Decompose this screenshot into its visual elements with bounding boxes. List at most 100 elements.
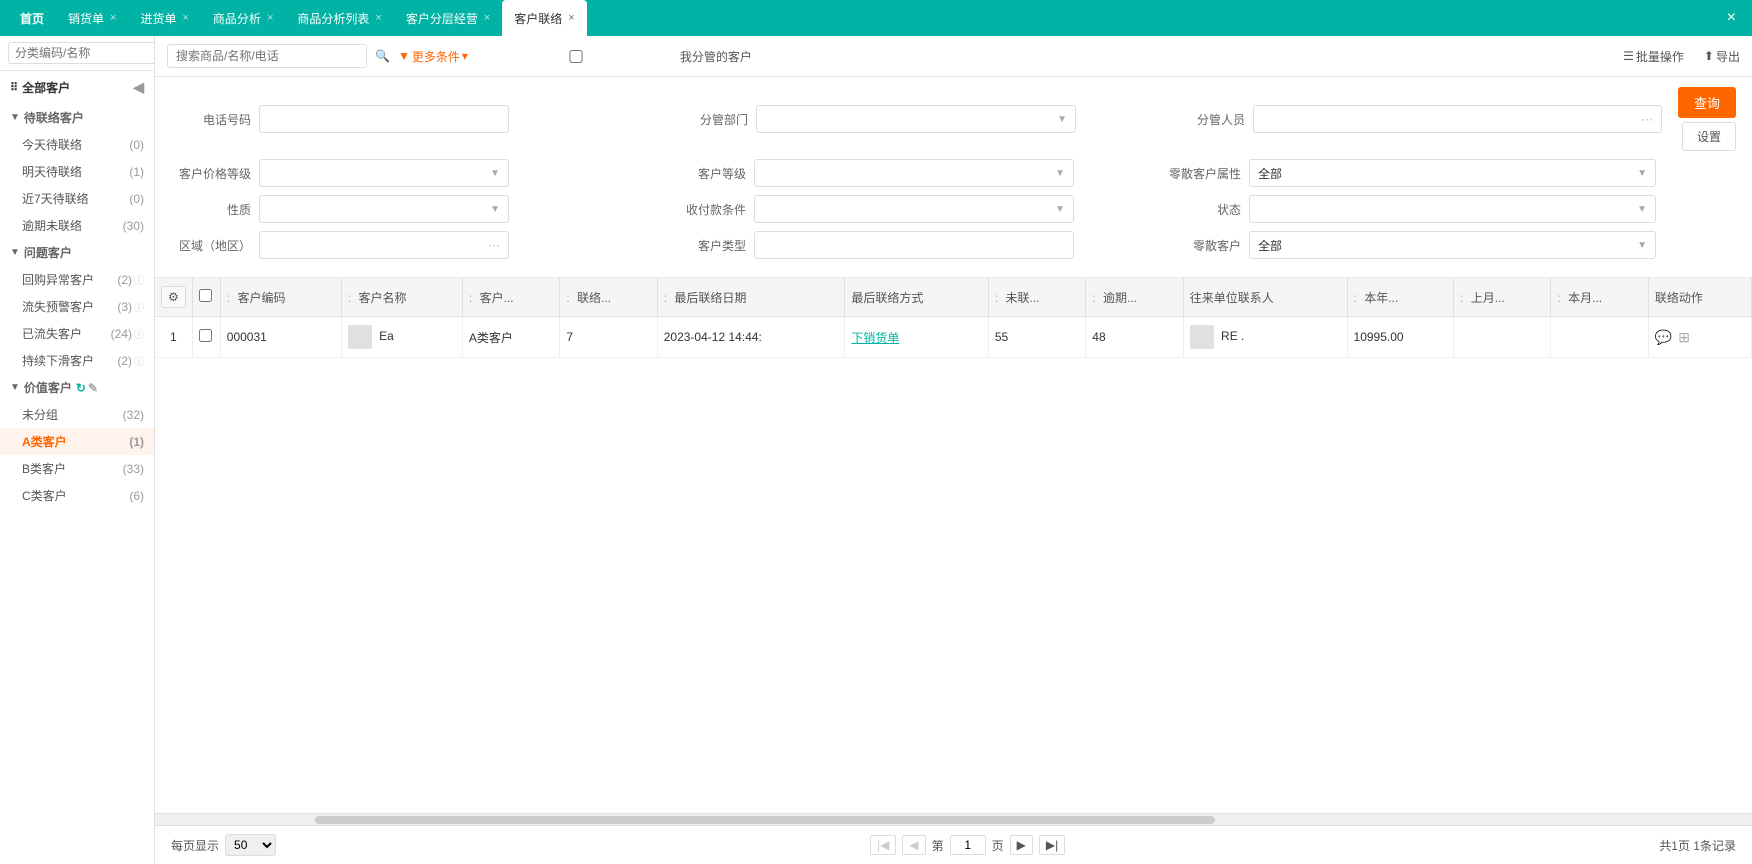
batch-btn[interactable]: ☰ 批量操作 — [1623, 48, 1684, 65]
value-customer-group[interactable]: ▼ 价值客户 ↻ ✎ — [0, 374, 154, 401]
sidebar-item-7days[interactable]: 近7天待联络 (0) — [0, 185, 154, 212]
nav-product-list[interactable]: 商品分析列表 × — [285, 0, 393, 36]
info-icon-lost: ⓘ — [134, 326, 144, 341]
my-customer-checkbox[interactable] — [476, 50, 676, 63]
sidebar-item-c-class[interactable]: C类客户 (6) — [0, 482, 154, 509]
retail-attr-field: 零散客户属性 全部▼ — [1161, 159, 1656, 187]
sidebar-item-a-class[interactable]: A类客户 (1) — [0, 428, 154, 455]
customer-avatar — [348, 325, 372, 349]
nature-select[interactable]: ▼ — [259, 195, 509, 223]
sidebar-item-abnormal[interactable]: 回购异常客户 (2) ⓘ — [0, 266, 154, 293]
customer-tier-label: 客户等级 — [666, 165, 746, 182]
person-field: 分管人员 ··· — [1165, 105, 1662, 133]
row-checkbox[interactable] — [199, 329, 212, 342]
nav-home[interactable]: 首页 — [8, 0, 56, 36]
price-tier-select[interactable]: ▼ — [259, 159, 509, 187]
close-all-tabs[interactable]: × — [1719, 9, 1744, 27]
value-arrow-icon: ▼ — [10, 382, 20, 393]
col-checkbox-header — [192, 278, 220, 317]
col-current-year: : 本年... — [1347, 278, 1453, 317]
more-filter-btn[interactable]: ▼ 更多条件 ▾ — [398, 48, 468, 65]
col-overdue: : 逾期... — [1086, 278, 1183, 317]
customer-tier-select[interactable]: ▼ — [754, 159, 1074, 187]
action-icons-container: 💬 ⊞ — [1655, 329, 1745, 346]
filter-arrow-icon: ▾ — [462, 49, 468, 63]
region-label: 区域（地区） — [171, 237, 251, 254]
chat-action-icon[interactable]: 💬 — [1655, 329, 1672, 346]
col-settings-btn[interactable]: ⚙ — [161, 286, 186, 308]
close-customer-contact-tab[interactable]: × — [568, 12, 574, 24]
row-current-month — [1551, 317, 1648, 358]
table-row: 1 000031 Ea A类客户 7 2023-04-12 14:44: — [155, 317, 1752, 358]
last-method-link[interactable]: 下销货单 — [851, 331, 899, 345]
sidebar-item-tomorrow[interactable]: 明天待联络 (1) — [0, 158, 154, 185]
sidebar: 🔍 ⠿ 全部客户 ◀ ▼ 待联络客户 今天待联络 (0) 明天待联络 (1) 近… — [0, 36, 155, 864]
pending-contact-group[interactable]: ▼ 待联络客户 — [0, 104, 154, 131]
row-actions: 💬 ⊞ — [1648, 317, 1751, 358]
close-purchase-tab[interactable]: × — [182, 12, 188, 24]
first-page-btn[interactable]: |◀ — [870, 835, 896, 855]
select-all-checkbox[interactable] — [199, 289, 212, 302]
search-input[interactable] — [167, 44, 367, 68]
nav-customer-contact[interactable]: 客户联络 × — [502, 0, 586, 36]
retail-customer-select[interactable]: 全部▼ — [1249, 231, 1656, 259]
person-input[interactable]: ··· — [1253, 105, 1662, 133]
nav-purchase[interactable]: 进货单 × — [128, 0, 200, 36]
close-product-analysis-tab[interactable]: × — [267, 12, 273, 24]
col-contact-person: 往来单位联系人 — [1183, 278, 1347, 317]
top-navigation: 首页 销货单 × 进货单 × 商品分析 × 商品分析列表 × 客户分层经营 × … — [0, 0, 1752, 36]
sidebar-item-ungroup[interactable]: 未分组 (32) — [0, 401, 154, 428]
sidebar-item-today[interactable]: 今天待联络 (0) — [0, 131, 154, 158]
export-btn[interactable]: ⬆ 导出 — [1704, 48, 1740, 65]
price-tier-label: 客户价格等级 — [171, 165, 251, 182]
close-customer-tier-tab[interactable]: × — [484, 12, 490, 24]
retail-customer-label: 零散客户 — [1161, 237, 1241, 254]
sidebar-item-warning[interactable]: 流失预警客户 (3) ⓘ — [0, 293, 154, 320]
value-edit-icon[interactable]: ✎ — [88, 381, 98, 395]
col-current-month: : 本月... — [1551, 278, 1648, 317]
next-page-btn[interactable]: ▶ — [1010, 835, 1033, 855]
settings-button[interactable]: 设置 — [1682, 122, 1736, 151]
nature-field: 性质 ▼ — [171, 195, 666, 223]
col-settings: ⚙ — [155, 278, 192, 317]
prev-page-btn[interactable]: ◀ — [902, 835, 925, 855]
retail-customer-field: 零散客户 全部▼ — [1161, 231, 1656, 259]
scrollbar-thumb[interactable] — [315, 816, 1215, 824]
close-product-list-tab[interactable]: × — [375, 12, 381, 24]
row-last-method: 下销货单 — [845, 317, 989, 358]
row-type: A类客户 — [462, 317, 559, 358]
problem-customer-group[interactable]: ▼ 问题客户 — [0, 239, 154, 266]
nav-sales[interactable]: 销货单 × — [56, 0, 128, 36]
col-not-contact: : 未联... — [988, 278, 1085, 317]
sidebar-item-b-class[interactable]: B类客户 (33) — [0, 455, 154, 482]
query-button[interactable]: 查询 — [1678, 87, 1736, 118]
last-page-btn[interactable]: ▶| — [1039, 835, 1065, 855]
nav-customer-tier[interactable]: 客户分层经营 × — [394, 0, 502, 36]
value-refresh-icon[interactable]: ↻ — [76, 381, 86, 395]
phone-input[interactable] — [259, 105, 509, 133]
search-icon[interactable]: 🔍 — [375, 49, 390, 63]
per-page-select[interactable]: 50 100 200 — [225, 834, 276, 856]
payment-field: 收付款条件 ▼ — [666, 195, 1161, 223]
status-select[interactable]: ▼ — [1249, 195, 1656, 223]
problem-arrow-icon: ▼ — [10, 247, 20, 258]
filter-icon: ▼ — [398, 49, 410, 63]
grid-action-icon[interactable]: ⊞ — [1678, 329, 1690, 346]
sidebar-item-lost[interactable]: 已流失客户 (24) ⓘ — [0, 320, 154, 347]
sidebar-item-overdue[interactable]: 逾期未联络 (30) — [0, 212, 154, 239]
page-input[interactable] — [950, 835, 986, 855]
payment-select[interactable]: ▼ — [754, 195, 1074, 223]
nav-product-analysis[interactable]: 商品分析 × — [201, 0, 285, 36]
retail-attr-select[interactable]: 全部▼ — [1249, 159, 1656, 187]
sidebar-search-input[interactable] — [8, 42, 155, 64]
close-sales-tab[interactable]: × — [110, 12, 116, 24]
sidebar-item-declining[interactable]: 持续下滑客户 (2) ⓘ — [0, 347, 154, 374]
sidebar-collapse-btn[interactable]: ◀ — [133, 79, 144, 96]
row-checkbox-cell — [192, 317, 220, 358]
col-code-sep: : — [227, 291, 230, 305]
dept-select[interactable]: ▼ — [756, 105, 1076, 133]
my-customer-checkbox-area: 我分管的客户 — [476, 48, 752, 65]
horizontal-scrollbar[interactable] — [155, 813, 1752, 825]
region-input[interactable]: ··· — [259, 231, 509, 259]
customer-type-input[interactable] — [754, 231, 1074, 259]
